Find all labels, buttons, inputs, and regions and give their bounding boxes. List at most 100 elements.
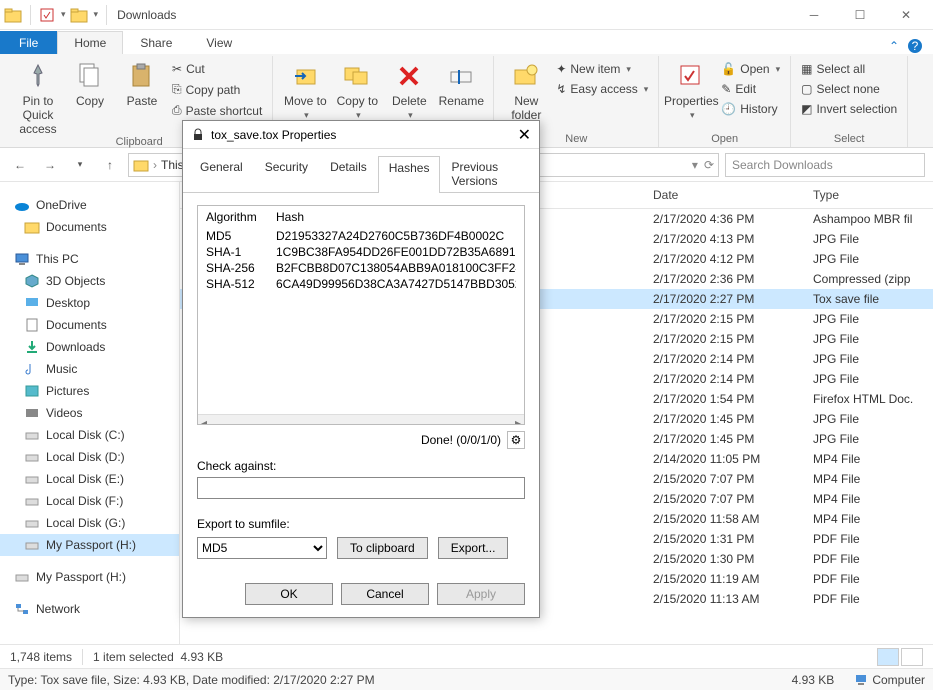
status-selected: 1 item selected [93,650,174,664]
apply-button[interactable]: Apply [437,583,525,605]
nav-disk-g[interactable]: Local Disk (G:) [0,512,179,534]
hash-col-hash[interactable]: Hash [276,210,304,224]
back-button[interactable]: ← [8,153,32,177]
close-button[interactable]: ✕ [883,0,929,30]
properties-qat-icon[interactable] [39,7,55,23]
addr-dropdown-icon[interactable]: ▾ [692,158,698,172]
copy-button[interactable]: Copy [64,56,116,108]
nav-disk-e[interactable]: Local Disk (E:) [0,468,179,490]
nav-disk-c[interactable]: Local Disk (C:) [0,424,179,446]
svg-text:?: ? [912,39,919,53]
invert-icon: ◩ [801,102,812,116]
status-items: 1,748 items [10,650,72,664]
check-against-input[interactable] [197,477,525,499]
delete-button[interactable]: Delete▾ [383,56,435,121]
view-details-icon[interactable] [877,648,899,666]
rename-button[interactable]: Rename [435,56,487,108]
tab-security[interactable]: Security [254,155,319,192]
pin-quick-access-button[interactable]: Pin to Quick access [12,56,64,136]
export-format-select[interactable]: MD5 [197,537,327,559]
hash-row[interactable]: MD5D21953327A24D2760C5B736DF4B0002C [206,228,516,244]
col-date[interactable]: Date [643,182,803,208]
new-folder-icon [510,60,542,92]
cut-button[interactable]: ✂Cut [168,60,266,78]
infobar-size: 4.93 KB [792,673,835,687]
search-input[interactable]: Search Downloads [725,153,925,177]
to-clipboard-button[interactable]: To clipboard [337,537,428,559]
tab-details[interactable]: Details [319,155,378,192]
hash-row[interactable]: SHA-5126CA49D99956D38CA3A7427D5147BBD305… [206,276,516,292]
up-button[interactable]: ↑ [98,153,122,177]
settings-icon[interactable]: ⚙ [507,431,525,449]
properties-icon [675,60,707,92]
copy-path-button[interactable]: ⎘Copy path [168,80,266,99]
nav-passport-2[interactable]: My Passport (H:) [0,566,179,588]
nav-music[interactable]: Music [0,358,179,380]
nav-disk-d[interactable]: Local Disk (D:) [0,446,179,468]
paste-button[interactable]: Paste [116,56,168,108]
qat-chevron-2[interactable]: ▾ [94,9,99,20]
tab-general[interactable]: General [189,155,254,192]
history-button[interactable]: 🕘History [717,100,784,118]
network-icon [14,601,30,617]
export-button[interactable]: Export... [438,537,509,559]
cut-icon: ✂ [172,62,182,76]
qat-chevron[interactable]: ▾ [61,9,66,20]
new-folder-button[interactable]: New folder [500,56,552,122]
cancel-button[interactable]: Cancel [341,583,429,605]
select-none-button[interactable]: ▢Select none [797,80,901,98]
nav-videos[interactable]: Videos [0,402,179,424]
nav-onedrive[interactable]: OneDrive [0,194,179,216]
paste-shortcut-button[interactable]: ⎙Paste shortcut [168,101,266,120]
view-large-icon[interactable] [901,648,923,666]
new-item-button[interactable]: ✦New item▾ [552,60,652,78]
easy-access-button[interactable]: ↯Easy access▾ [552,80,652,98]
hash-row[interactable]: SHA-11C9BC38FA954DD26FE001DD72B35A68913B… [206,244,516,260]
nav-disk-f[interactable]: Local Disk (F:) [0,490,179,512]
hash-scrollbar[interactable]: ◂▸ [198,414,524,425]
col-type[interactable]: Type [803,182,933,208]
help-icon[interactable]: ? [907,38,923,54]
folder-icon [4,6,22,24]
nav-documents[interactable]: Documents [0,314,179,336]
open-button[interactable]: 🔓Open▾ [717,60,784,78]
nav-desktop[interactable]: Desktop [0,292,179,314]
nav-3d-objects[interactable]: 3D Objects [0,270,179,292]
folder-icon-2 [70,6,88,24]
nav-pictures[interactable]: Pictures [0,380,179,402]
pc-icon [14,251,30,267]
properties-button[interactable]: Properties▾ [665,56,717,121]
refresh-icon[interactable]: ⟳ [704,158,714,172]
cube-icon [24,273,40,289]
infobar-computer: Computer [872,673,925,687]
nav-network[interactable]: Network [0,598,179,620]
tab-share[interactable]: Share [123,31,189,54]
edit-button[interactable]: ✎Edit [717,80,784,98]
tab-home[interactable]: Home [57,31,123,54]
forward-button[interactable]: → [38,153,62,177]
maximize-button[interactable]: ☐ [837,0,883,30]
ribbon-collapse-icon[interactable]: ⌃ [889,39,899,53]
dialog-titlebar[interactable]: tox_save.tox Properties ✕ [183,121,539,149]
hash-row[interactable]: SHA-256B2FCBB8D07C138054ABB9A018100C3FF2… [206,260,516,276]
move-to-button[interactable]: Move to▾ [279,56,331,121]
folder-icon [133,157,149,173]
statusbar: 1,748 items 1 item selected 4.93 KB [0,644,933,668]
ok-button[interactable]: OK [245,583,333,605]
tab-view[interactable]: View [189,31,249,54]
recent-button[interactable]: ▾ [68,153,92,177]
copy-to-button[interactable]: Copy to▾ [331,56,383,121]
tab-file[interactable]: File [0,31,57,54]
minimize-button[interactable]: ─ [791,0,837,30]
dialog-close-button[interactable]: ✕ [518,125,531,145]
nav-documents-od[interactable]: Documents [0,216,179,238]
hash-col-algo[interactable]: Algorithm [206,210,276,224]
nav-passport-1[interactable]: My Passport (H:) [0,534,179,556]
nav-this-pc[interactable]: This PC [0,248,179,270]
tab-hashes[interactable]: Hashes [378,156,441,193]
history-icon: 🕘 [721,102,736,116]
select-all-button[interactable]: ▦Select all [797,60,901,78]
invert-selection-button[interactable]: ◩Invert selection [797,100,901,118]
tab-previous-versions[interactable]: Previous Versions [440,155,533,192]
nav-downloads[interactable]: Downloads [0,336,179,358]
